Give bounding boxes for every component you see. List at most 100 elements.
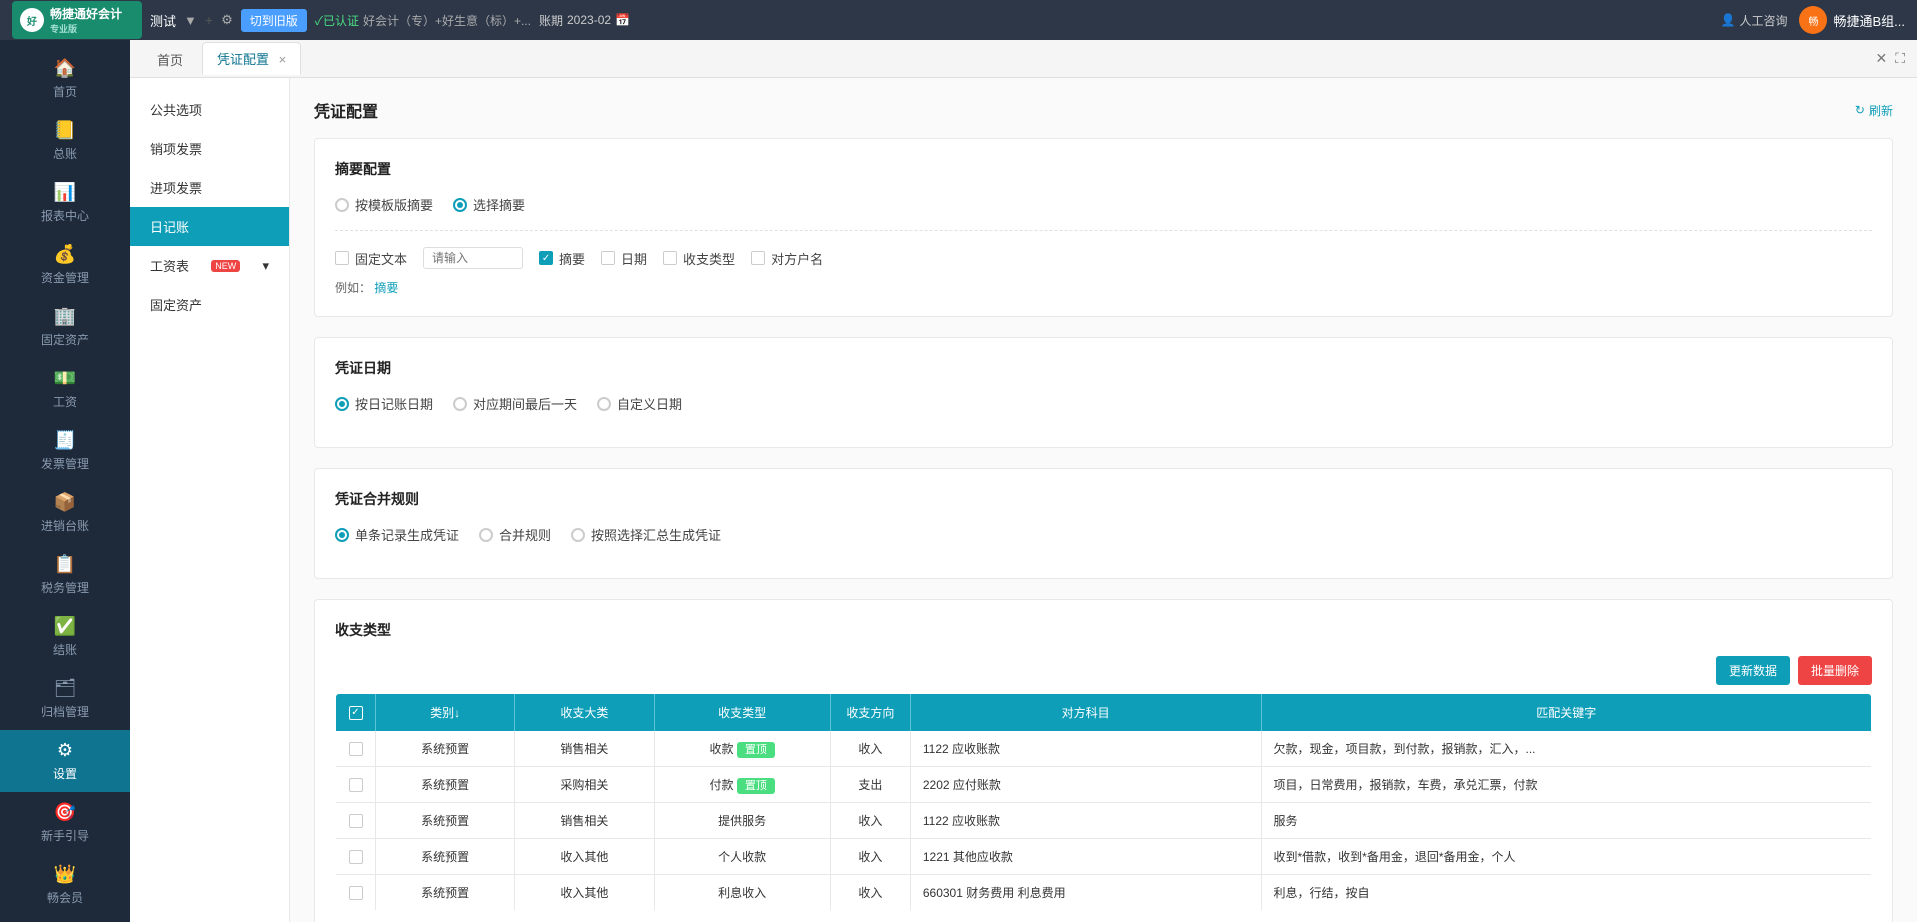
left-nav-daily-ledger[interactable]: 日记账: [130, 207, 289, 246]
logo-sub: 专业版: [50, 22, 122, 35]
row-checkbox[interactable]: [336, 767, 376, 803]
tab-voucher-config[interactable]: 凭证配置 ×: [202, 42, 301, 75]
counterparty-checkbox[interactable]: 对方户名: [751, 249, 823, 268]
select-all-checkbox[interactable]: ✓: [349, 706, 363, 720]
date-radio-custom-circle: [597, 397, 611, 411]
switch-btn[interactable]: 切到旧版: [241, 9, 307, 32]
refresh-icon: ↻: [1855, 103, 1865, 117]
date-radio-journal[interactable]: 按日记账日期: [335, 394, 433, 413]
left-nav-expand-icon: ▾: [262, 258, 269, 274]
sidebar-label-settle: 结账: [53, 641, 77, 658]
col-checkbox[interactable]: ✓: [336, 694, 376, 732]
company-name: 测试: [150, 11, 176, 30]
fixed-text-label: 固定文本: [355, 249, 407, 268]
refresh-btn[interactable]: ↻ 刷新: [1855, 102, 1893, 119]
row-category: 系统预置: [376, 803, 515, 839]
topbar-tags: ✓已认证 好会计（专）+好生意（标）+...: [315, 12, 531, 29]
sidebar-item-report[interactable]: 📊 报表中心: [0, 172, 130, 234]
date-radio-last-day-circle: [453, 397, 467, 411]
row-checkbox[interactable]: [336, 731, 376, 767]
sidebar-item-archive[interactable]: 🗂 归档管理: [0, 668, 130, 730]
sidebar-item-salary[interactable]: 💵 工资: [0, 358, 130, 420]
fixed-text-input[interactable]: [423, 247, 523, 269]
settings-icon: ⚙: [57, 740, 73, 761]
merge-radio-rules[interactable]: 合并规则: [479, 525, 551, 544]
left-nav-public[interactable]: 公共选项: [130, 90, 289, 129]
member-icon: 👑: [54, 864, 76, 885]
sidebar-item-member[interactable]: 👑 畅会员: [0, 854, 130, 916]
row-check[interactable]: [349, 778, 363, 792]
income-expense-section: 收支类型 更新数据 批量删除 ✓ 类别↓ 收支大类: [314, 599, 1893, 922]
tax-icon: 📋: [54, 554, 76, 575]
sidebar-item-tax[interactable]: 📋 税务管理: [0, 544, 130, 606]
guide-icon: 🎯: [54, 802, 76, 823]
tab-close-btn[interactable]: ×: [279, 52, 287, 67]
table-header-row: ✓ 类别↓ 收支大类 收支类型 收支方向 对方科目 匹配关键字: [336, 694, 1872, 732]
sidebar-item-asset[interactable]: 🏢 固定资产: [0, 296, 130, 358]
sidebar-item-settle[interactable]: ✅ 结账: [0, 606, 130, 668]
left-nav-fixed-assets-label: 固定资产: [150, 295, 202, 314]
close-window-btn[interactable]: ✕: [1875, 50, 1887, 67]
row-keywords: 利息，行结，按自: [1261, 875, 1871, 911]
topbar-center: 测试 ▼ + ⚙ 切到旧版 ✓已认证 好会计（专）+好生意（标）+... 账期 …: [150, 9, 1713, 32]
sidebar-item-home[interactable]: 🏠 首页: [0, 48, 130, 110]
expense-type-checkbox[interactable]: 收支类型: [663, 249, 735, 268]
sidebar-item-fund[interactable]: 💰 资金管理: [0, 234, 130, 296]
row-type: 利息收入: [654, 875, 830, 911]
row-checkbox[interactable]: [336, 875, 376, 911]
update-data-btn[interactable]: 更新数据: [1716, 656, 1790, 685]
row-type: 收款 置顶: [654, 731, 830, 767]
col-direction: 收支方向: [830, 694, 910, 732]
row-main-type: 收入其他: [515, 839, 654, 875]
date-radio-custom[interactable]: 自定义日期: [597, 394, 682, 413]
radio-select-label: 选择摘要: [473, 195, 525, 214]
left-nav-fixed-assets[interactable]: 固定资产: [130, 285, 289, 324]
summary-checkbox-row: 固定文本 ✓ 摘要 日期 收支类型: [335, 247, 1872, 269]
sidebar-item-ledger[interactable]: 📒 总账: [0, 110, 130, 172]
certified-tag: ✓已认证: [315, 12, 359, 29]
summary-checkbox[interactable]: ✓ 摘要: [539, 249, 585, 268]
service-btn[interactable]: 👤 人工咨询: [1721, 12, 1788, 29]
sidebar-item-sales[interactable]: 📦 进销台账: [0, 482, 130, 544]
row-type: 付款 置顶: [654, 767, 830, 803]
sidebar-item-settings[interactable]: ⚙ 设置: [0, 730, 130, 792]
top-badge[interactable]: 置顶: [737, 778, 775, 794]
maximize-btn[interactable]: ⛶: [1895, 50, 1905, 67]
row-check[interactable]: [349, 850, 363, 864]
merge-radio-group: 单条记录生成凭证 合并规则 按照选择汇总生成凭证: [335, 525, 1872, 544]
company-dropdown[interactable]: ▼: [184, 13, 197, 28]
merge-radio-single[interactable]: 单条记录生成凭证: [335, 525, 459, 544]
date-radio-last-day[interactable]: 对应期间最后一天: [453, 394, 577, 413]
example-value: 摘要: [374, 281, 398, 295]
content-area: 首页 凭证配置 × ✕ ⛶ 公共选项 销项发票 进项发票: [130, 40, 1917, 922]
left-nav-payroll[interactable]: 工资表 NEW ▾: [130, 246, 289, 285]
sidebar-item-invoice[interactable]: 🧾 发票管理: [0, 420, 130, 482]
voucher-date-title: 凭证日期: [335, 358, 1872, 378]
topbar-right: 👤 人工咨询 畅 畅捷通B组...: [1721, 6, 1905, 34]
date-checkbox[interactable]: 日期: [601, 249, 647, 268]
merge-radio-summary[interactable]: 按照选择汇总生成凭证: [571, 525, 721, 544]
top-badge[interactable]: 置顶: [737, 742, 775, 758]
fixed-text-checkbox[interactable]: 固定文本: [335, 249, 407, 268]
row-account: 2202 应付账款: [910, 767, 1261, 803]
row-check[interactable]: [349, 886, 363, 900]
left-nav-sales-invoice[interactable]: 销项发票: [130, 129, 289, 168]
settings-btn[interactable]: ⚙: [221, 12, 233, 28]
archive-icon: 🗂: [54, 678, 77, 699]
row-check[interactable]: [349, 814, 363, 828]
batch-delete-btn[interactable]: 批量删除: [1798, 656, 1872, 685]
summary-checkbox-box: ✓: [539, 251, 553, 265]
row-checkbox[interactable]: [336, 839, 376, 875]
tab-home[interactable]: 首页: [142, 43, 198, 75]
left-nav-purchase-invoice[interactable]: 进项发票: [130, 168, 289, 207]
add-btn[interactable]: +: [205, 12, 213, 28]
col-account: 对方科目: [910, 694, 1261, 732]
calendar-icon[interactable]: 📅: [615, 13, 630, 27]
fund-icon: 💰: [54, 244, 76, 265]
row-checkbox[interactable]: [336, 803, 376, 839]
user-menu[interactable]: 畅 畅捷通B组...: [1799, 6, 1905, 34]
row-check[interactable]: [349, 742, 363, 756]
summary-radio-select[interactable]: 选择摘要: [453, 195, 525, 214]
sidebar-item-guide[interactable]: 🎯 新手引导: [0, 792, 130, 854]
summary-radio-template[interactable]: 按模板版摘要: [335, 195, 433, 214]
